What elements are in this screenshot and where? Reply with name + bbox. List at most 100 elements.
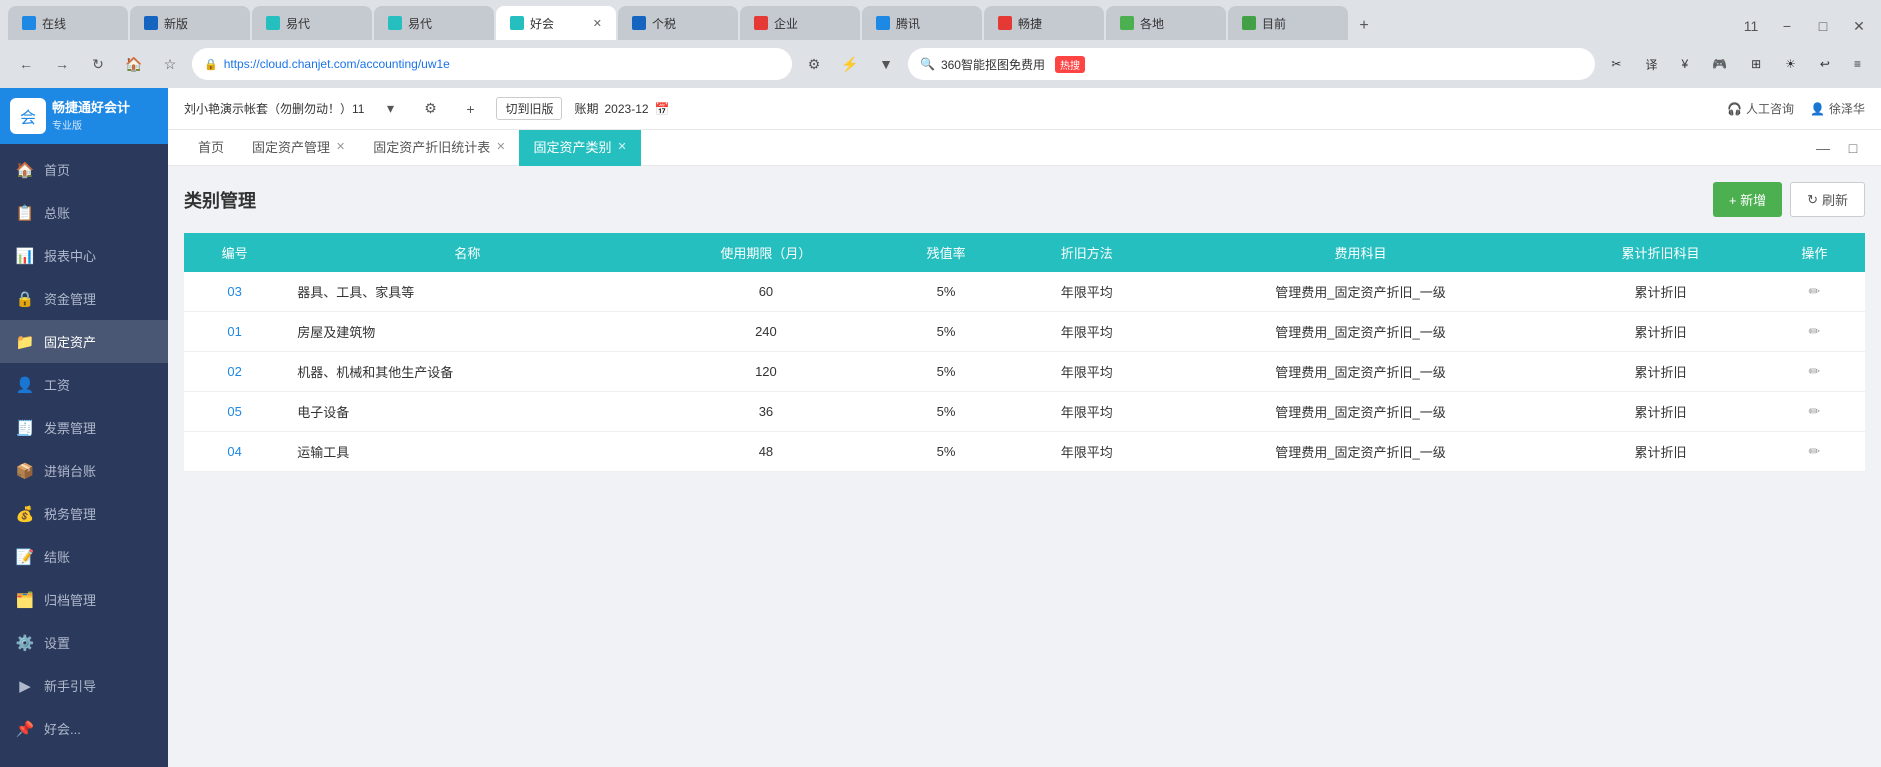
sidebar-item-settle[interactable]: 📝 结账 xyxy=(0,535,168,578)
sidebar-item-finance[interactable]: 🔒 资金管理 xyxy=(0,277,168,320)
user-dropdown-button[interactable]: ▾ xyxy=(376,95,404,123)
sidebar-item-invoice[interactable]: 🧾 发票管理 xyxy=(0,406,168,449)
bookmark-button[interactable]: ☆ xyxy=(156,50,184,78)
cell-name-2: 机器、机械和其他生产设备 xyxy=(285,352,649,392)
tab-close-5[interactable]: ✕ xyxy=(593,17,602,30)
browser-tab-11[interactable]: 目前 xyxy=(1228,6,1348,40)
tab-home-label: 首页 xyxy=(198,137,224,156)
sidebar-item-settings[interactable]: ⚙️ 设置 xyxy=(0,621,168,664)
game-button[interactable]: 🎮 xyxy=(1704,50,1735,78)
edit-button-1[interactable]: ✏ xyxy=(1808,323,1820,339)
col-name: 名称 xyxy=(285,233,649,272)
sidebar-item-fixed[interactable]: 📁 固定资产 xyxy=(0,320,168,363)
cell-code-2[interactable]: 02 xyxy=(184,352,285,392)
grid-button[interactable]: ⊞ xyxy=(1743,50,1769,78)
sidebar-item-archive[interactable]: 🗂️ 归档管理 xyxy=(0,578,168,621)
tab-label-9: 畅捷 xyxy=(1018,15,1090,32)
lock-icon: 🔒 xyxy=(204,58,218,71)
browser-tab-4[interactable]: 易代 xyxy=(374,6,494,40)
tab-fixed-mgmt-label: 固定资产管理 xyxy=(252,137,330,156)
sidebar-item-reports[interactable]: 📊 报表中心 xyxy=(0,234,168,277)
refresh-browser-button[interactable]: ↻ xyxy=(84,50,112,78)
cell-code-3[interactable]: 05 xyxy=(184,392,285,432)
avatar-icon: 👤 xyxy=(1810,102,1825,116)
settings-icon: ⚙️ xyxy=(16,634,34,652)
currency-button[interactable]: ¥ xyxy=(1673,50,1696,78)
cell-residual-1: 5% xyxy=(882,312,1010,352)
tab-home[interactable]: 首页 xyxy=(184,130,238,166)
tab-fixed-mgmt-close[interactable]: ✕ xyxy=(336,140,345,153)
dropdown-button[interactable]: ▼ xyxy=(872,50,900,78)
browser-tab-9[interactable]: 畅捷 xyxy=(984,6,1104,40)
cell-code-4[interactable]: 04 xyxy=(184,432,285,472)
new-tab-button[interactable]: + xyxy=(1350,12,1378,40)
translate-button[interactable]: 译 xyxy=(1637,50,1665,78)
maximize-button[interactable]: □ xyxy=(1809,12,1837,40)
edit-button-0[interactable]: ✏ xyxy=(1808,283,1820,299)
data-table: 编号 名称 使用期限（月） 残值率 折旧方法 费用科目 累计折旧科目 操作 03… xyxy=(184,233,1865,472)
brightness-button[interactable]: ☀ xyxy=(1777,50,1804,78)
forward-button[interactable]: → xyxy=(48,50,76,78)
window-maximize[interactable]: □ xyxy=(1841,136,1865,160)
edit-button-3[interactable]: ✏ xyxy=(1808,403,1820,419)
sidebar-label-salary: 工资 xyxy=(44,375,70,394)
tab-fixed-mgmt[interactable]: 固定资产管理 ✕ xyxy=(238,130,359,166)
sidebar-item-ledger[interactable]: 📋 总账 xyxy=(0,191,168,234)
address-bar: ← → ↻ 🏠 ☆ 🔒 https://cloud.chanjet.com/ac… xyxy=(0,40,1881,88)
calendar-icon[interactable]: 📅 xyxy=(655,102,670,116)
edit-button-2[interactable]: ✏ xyxy=(1808,363,1820,379)
browser-tab-6[interactable]: 个税 xyxy=(618,6,738,40)
minimize-button[interactable]: − xyxy=(1773,12,1801,40)
tab-fixed-cat[interactable]: 固定资产类别 ✕ xyxy=(519,130,640,166)
cell-code-0[interactable]: 03 xyxy=(184,272,285,312)
url-text: https://cloud.chanjet.com/accounting/uw1… xyxy=(224,57,450,71)
close-browser-button[interactable]: ✕ xyxy=(1845,12,1873,40)
sidebar-menu: 🏠 首页 📋 总账 📊 报表中心 🔒 资金管理 📁 固定资产 👤 工资 xyxy=(0,144,168,767)
tab-list-button[interactable]: 11 xyxy=(1737,12,1765,40)
home-button[interactable]: 🏠 xyxy=(120,50,148,78)
browser-tab-1[interactable]: 在线 xyxy=(8,6,128,40)
user-avatar[interactable]: 👤 徐泽华 xyxy=(1810,100,1865,117)
browser-tab-5[interactable]: 好会 ✕ xyxy=(496,6,616,40)
sidebar: 会 畅捷通好会计 专业版 🏠 首页 📋 总账 📊 报表中心 🔒 资金管理 xyxy=(0,88,168,767)
browser-tab-3[interactable]: 易代 xyxy=(252,6,372,40)
cell-code-1[interactable]: 01 xyxy=(184,312,285,352)
add-company-button[interactable]: + xyxy=(456,95,484,123)
app-header: 刘小艳演示帐套（勿删勿动！）11 ▾ ⚙ + 切到旧版 账期 2023-12 📅… xyxy=(168,88,1881,130)
tab-fixed-depr[interactable]: 固定资产折旧统计表 ✕ xyxy=(359,130,519,166)
sidebar-item-salary[interactable]: 👤 工资 xyxy=(0,363,168,406)
tab-fixed-depr-close[interactable]: ✕ xyxy=(496,140,505,153)
refresh-button[interactable]: ↻ 刷新 xyxy=(1790,182,1865,217)
switch-version-button[interactable]: 切到旧版 xyxy=(496,97,562,120)
site-info-button[interactable]: ⚙ xyxy=(800,50,828,78)
menu-button[interactable]: ≡ xyxy=(1846,50,1869,78)
back-button[interactable]: ← xyxy=(12,50,40,78)
headset-icon: 🎧 xyxy=(1727,102,1742,116)
table-row: 02 机器、机械和其他生产设备 120 5% 年限平均 管理费用_固定资产折旧_… xyxy=(184,352,1865,392)
cell-action-1: ✏ xyxy=(1764,312,1865,352)
browser-tab-7[interactable]: 企业 xyxy=(740,6,860,40)
sidebar-item-more[interactable]: 📌 好会... xyxy=(0,707,168,750)
cell-period-3: 36 xyxy=(650,392,883,432)
search-bar[interactable]: 🔍 360智能抠图免费用 热搜 xyxy=(908,48,1595,80)
add-button[interactable]: + 新增 xyxy=(1713,182,1782,217)
tab-fixed-cat-close[interactable]: ✕ xyxy=(618,140,627,153)
sidebar-item-guide[interactable]: ▶ 新手引导 xyxy=(0,664,168,707)
settings-gear-button[interactable]: ⚙ xyxy=(416,95,444,123)
sidebar-item-inventory[interactable]: 📦 进销台账 xyxy=(0,449,168,492)
browser-tab-2[interactable]: 新版 xyxy=(130,6,250,40)
cell-accumulated-1: 累计折旧 xyxy=(1557,312,1763,352)
extensions-button[interactable]: ⚡ xyxy=(836,50,864,78)
service-button[interactable]: 🎧 人工咨询 xyxy=(1727,100,1794,117)
url-bar[interactable]: 🔒 https://cloud.chanjet.com/accounting/u… xyxy=(192,48,792,80)
sidebar-item-home[interactable]: 🏠 首页 xyxy=(0,148,168,191)
browser-tab-8[interactable]: 腾讯 xyxy=(862,6,982,40)
scissors-button[interactable]: ✂ xyxy=(1603,50,1629,78)
sidebar-item-tax[interactable]: 💰 税务管理 xyxy=(0,492,168,535)
edit-button-4[interactable]: ✏ xyxy=(1808,443,1820,459)
page-title: 类别管理 xyxy=(184,187,256,213)
cell-name-4: 运输工具 xyxy=(285,432,649,472)
browser-tab-10[interactable]: 各地 xyxy=(1106,6,1226,40)
undo-button[interactable]: ↩ xyxy=(1812,50,1838,78)
window-minimize[interactable]: — xyxy=(1811,136,1835,160)
